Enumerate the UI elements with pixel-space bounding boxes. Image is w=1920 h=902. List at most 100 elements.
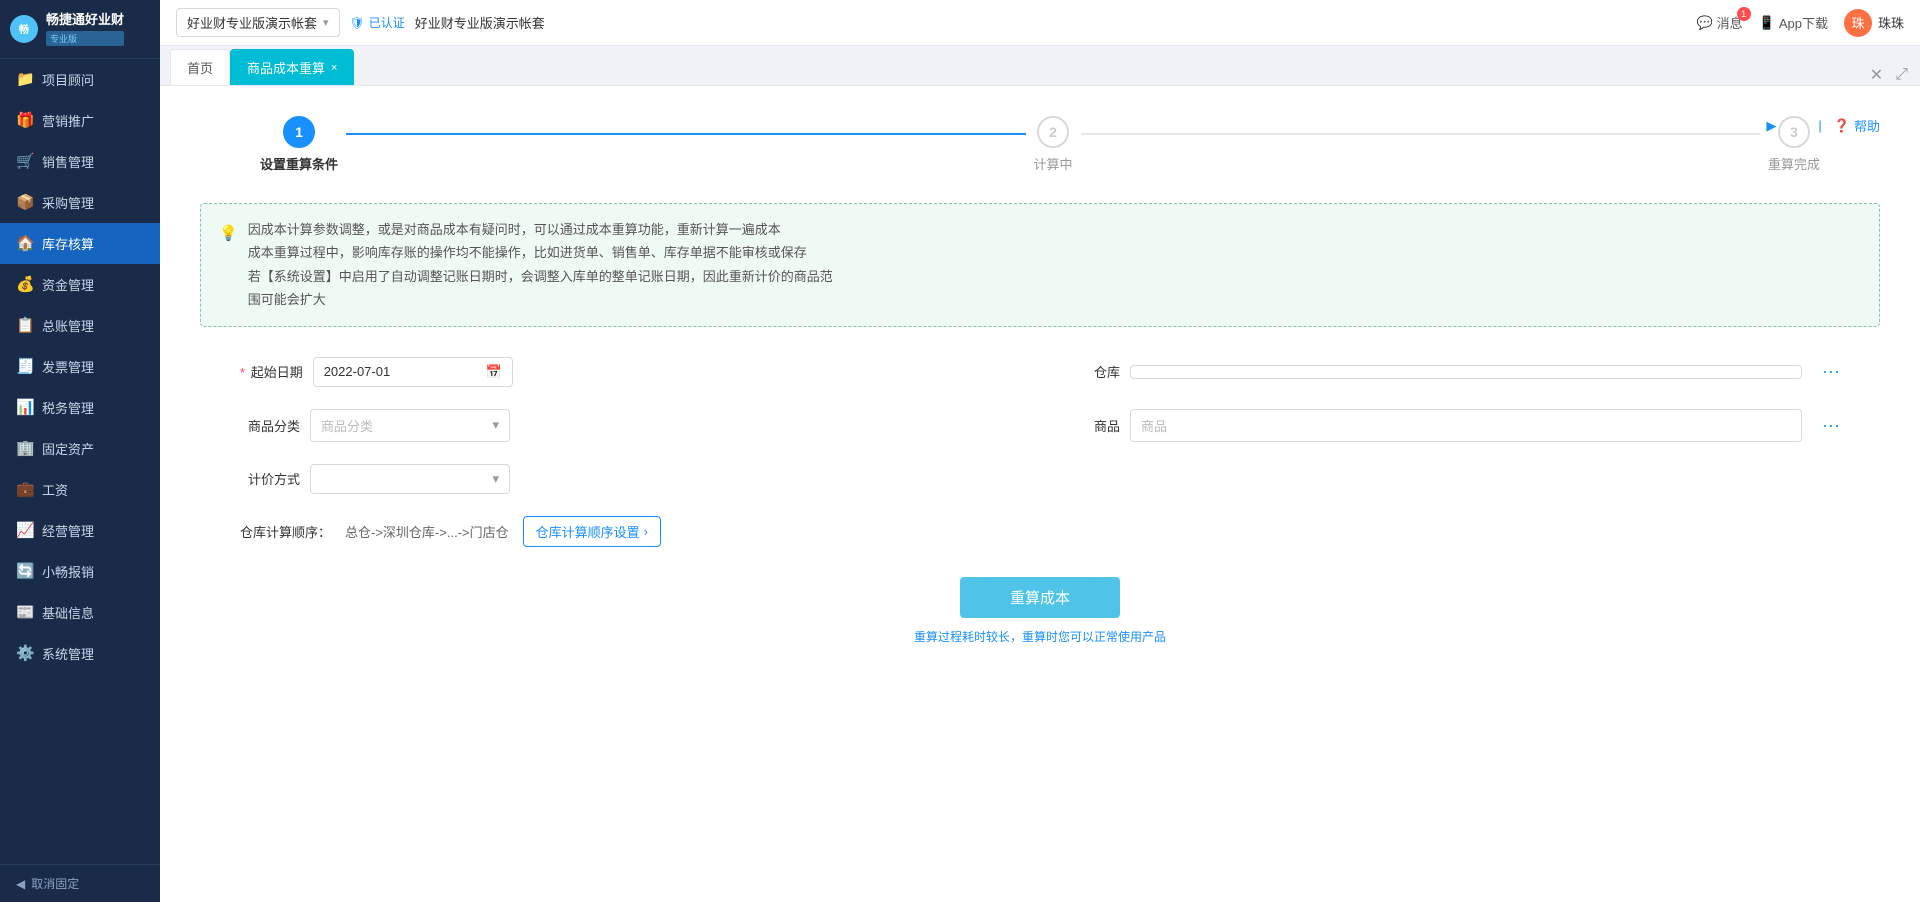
goods-label: 商品 [1060, 416, 1120, 435]
payroll-icon: 💼 [16, 480, 34, 498]
step-2-circle: 2 [1037, 116, 1069, 148]
marketing-icon: 🎁 [16, 111, 34, 129]
step-3-label: 重算完成 [1768, 154, 1820, 173]
step-1-circle: 1 [283, 116, 315, 148]
topbar: 好业财专业版演示帐套 ▾ 🛡 已认证 好业财专业版演示帐套 💬 消息 1 📱 A… [160, 0, 1920, 46]
message-badge: 1 [1737, 7, 1751, 21]
help-icon: ❓ [1834, 118, 1850, 134]
date-value: 2022-07-01 [324, 364, 391, 379]
ledger-icon: 📋 [16, 316, 34, 334]
shield-icon: 🛡 [350, 16, 365, 30]
project-icon: 📁 [16, 70, 34, 88]
basic-icon: 📰 [16, 603, 34, 621]
sidebar-item-operations[interactable]: 📈经营管理 [0, 510, 160, 551]
sidebar-item-label: 销售管理 [42, 152, 94, 171]
category-placeholder: 商品分类 [321, 416, 373, 435]
tab-label: 商品成本重算 [247, 58, 325, 77]
sidebar-item-sales[interactable]: 🛒 销售管理 [0, 141, 160, 182]
username: 珠珠 [1878, 13, 1904, 32]
sidebar-app-name: 畅捷通好业财 [46, 12, 124, 29]
calendar-icon[interactable]: 📅 [486, 364, 502, 380]
help-btn[interactable]: ❓ 帮助 [1834, 116, 1880, 135]
warehouse-input[interactable] [1130, 365, 1802, 379]
help-label: 帮助 [1854, 116, 1880, 135]
tabs-bar: 首页 商品成本重算 × ✕ ⤢ [160, 46, 1920, 86]
close-window-icon[interactable]: ✕ [1870, 65, 1883, 85]
sidebar-item-label: 营销推广 [42, 111, 94, 130]
sidebar-item-label: 采购管理 [42, 193, 94, 212]
sidebar-item-assets[interactable]: 🏢固定资产 [0, 428, 160, 469]
sidebar-logo: 畅 [10, 15, 38, 43]
sidebar-item-expense[interactable]: 🔄 小畅报销 [0, 551, 160, 592]
submit-recalc-btn[interactable]: 重算成本 [960, 577, 1120, 618]
sidebar-item-finance[interactable]: 💰资金管理 [0, 264, 160, 305]
warehouse-label: 仓库 [1060, 362, 1120, 381]
main-area: 好业财专业版演示帐套 ▾ 🛡 已认证 好业财专业版演示帐套 💬 消息 1 📱 A… [160, 0, 1920, 902]
sidebar-footer[interactable]: ◀ 取消固定 [0, 864, 160, 902]
sidebar-item-label: 发票管理 [42, 357, 94, 376]
topbar-right: 💬 消息 1 📱 App下载 珠 珠珠 [1696, 9, 1904, 37]
sidebar-item-marketing[interactable]: 🎁 营销推广 [0, 100, 160, 141]
message-btn[interactable]: 💬 消息 1 [1696, 13, 1742, 32]
tabs-right-controls: ✕ ⤢ [1858, 65, 1920, 85]
pricing-select[interactable]: ▾ [310, 464, 510, 494]
sidebar-item-ledger[interactable]: 📋总账管理 [0, 305, 160, 346]
sidebar-item-invoice[interactable]: 🧾发票管理 [0, 346, 160, 387]
tab-cost-recalc[interactable]: 商品成本重算 × [230, 49, 354, 85]
sidebar-item-inventory[interactable]: 🏠库存核算 [0, 223, 160, 264]
step-3: 3 重算完成 [1768, 116, 1820, 173]
step-line-2 [1081, 133, 1760, 135]
sidebar-item-label: 基础信息 [42, 603, 94, 622]
bulb-icon: 💡 [219, 220, 238, 312]
tab-home[interactable]: 首页 [170, 49, 230, 85]
start-date-input[interactable]: 2022-07-01 📅 [313, 357, 513, 387]
inventory-icon: 🏠 [16, 234, 34, 252]
goods-more-icon[interactable]: ··· [1822, 415, 1840, 436]
form-row-1: * 起始日期 2022-07-01 📅 仓库 ··· [240, 357, 1840, 387]
warehouse-order-btn-label: 仓库计算顺序设置 [536, 522, 640, 541]
sidebar-item-purchase[interactable]: 📦采购管理 [0, 182, 160, 223]
user-profile[interactable]: 珠 珠珠 [1844, 9, 1904, 37]
warehouse-more-icon[interactable]: ··· [1822, 361, 1840, 382]
warehouse-order-settings-btn[interactable]: 仓库计算顺序设置 › [523, 516, 661, 547]
account-name: 好业财专业版演示帐套 [187, 13, 317, 32]
sidebar-item-label: 经营管理 [42, 521, 94, 540]
sidebar-item-tax[interactable]: 📊 税务管理 [0, 387, 160, 428]
goods-field: 商品 商品 ··· [1060, 409, 1840, 442]
sidebar-item-label: 项目顾问 [42, 70, 94, 89]
goods-placeholder: 商品 [1141, 416, 1167, 435]
app-label: App下载 [1779, 13, 1828, 32]
page-content: 1 设置重算条件 2 计算中 3 重算完成 ▶ 视频 [160, 86, 1920, 902]
app-download-btn[interactable]: 📱 App下载 [1759, 13, 1828, 32]
required-mark: * [240, 365, 245, 380]
sidebar-item-label: 税务管理 [42, 398, 94, 417]
sales-icon: 🛒 [16, 152, 34, 170]
pricing-field: 计价方式 ▾ [240, 464, 1020, 494]
pricing-label: 计价方式 [240, 469, 300, 488]
expense-icon: 🔄 [16, 562, 34, 580]
info-line-4: 围可能会扩大 [248, 288, 833, 311]
step-line-1 [346, 133, 1025, 135]
sidebar-item-payroll[interactable]: 💼工资 [0, 469, 160, 510]
sidebar-item-label: 小畅报销 [42, 562, 94, 581]
category-label: 商品分类 [240, 416, 300, 435]
verified-text: 已认证 [369, 14, 405, 31]
sidebar: 畅 畅捷通好业财 专业版 📁项目顾问🎁营销推广🛒销售管理📦采购管理🏠库存核算💰资… [0, 0, 160, 902]
assets-icon: 🏢 [16, 439, 34, 457]
tab-close-icon[interactable]: × [331, 62, 337, 74]
sidebar-item-basic[interactable]: 📰 基础信息 [0, 592, 160, 633]
tax-icon: 📊 [16, 398, 34, 416]
category-select[interactable]: 商品分类 ▾ [310, 409, 510, 442]
account-selector[interactable]: 好业财专业版演示帐套 ▾ [176, 8, 340, 37]
pin-icon: ◀ [16, 877, 25, 891]
sidebar-item-system[interactable]: ⚙️系统管理 [0, 633, 160, 674]
company-name: 好业财专业版演示帐套 [415, 13, 545, 32]
submit-area: 重算成本 重算过程耗时较长，重算时您可以正常使用产品 [240, 577, 1840, 645]
sidebar-item-project[interactable]: 📁 项目顾问 [0, 59, 160, 100]
sidebar-nav: 📁 项目顾问 🎁 营销推广 🛒 销售管理 📦采购管理🏠库存核算💰资金管理📋总账管理🧾发票管理… [0, 59, 160, 674]
form-row-3: 计价方式 ▾ [240, 464, 1840, 494]
footer-label: 取消固定 [31, 875, 79, 892]
expand-icon[interactable]: ⤢ [1895, 66, 1908, 84]
info-line-1: 因成本计算参数调整，或是对商品成本有疑问时，可以通过成本重算功能，重新计算一遍成… [248, 218, 833, 241]
goods-input[interactable]: 商品 [1130, 409, 1802, 442]
